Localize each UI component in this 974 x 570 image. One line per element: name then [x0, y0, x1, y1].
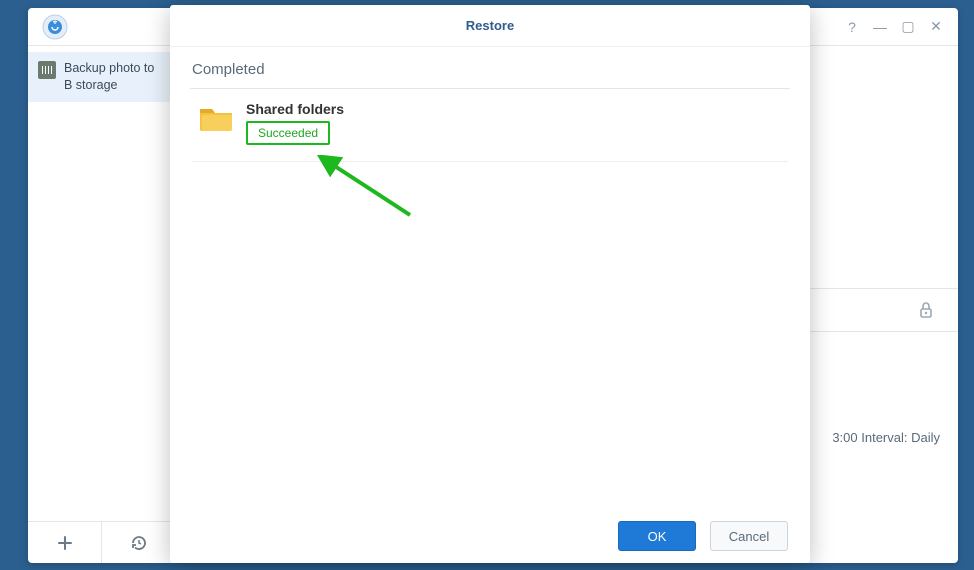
- close-icon[interactable]: ✕: [922, 13, 950, 41]
- schedule-text: 3:00 Interval: Daily: [832, 430, 940, 445]
- annotation-arrow-icon: [310, 155, 430, 235]
- add-button[interactable]: [28, 522, 102, 563]
- status-heading: Completed: [192, 61, 788, 78]
- restore-item: Shared folders Succeeded: [192, 99, 788, 155]
- sidebar-footer: [28, 521, 175, 563]
- divider: [192, 161, 788, 162]
- help-icon[interactable]: ?: [838, 13, 866, 41]
- restore-modal: Restore Completed Shared folders Succeed…: [170, 5, 810, 563]
- app-icon: [42, 14, 68, 40]
- cancel-button[interactable]: Cancel: [710, 521, 788, 551]
- sidebar: Backup photo to B storage: [28, 46, 176, 563]
- modal-body: Completed Shared folders Succeeded: [170, 47, 810, 509]
- ok-button[interactable]: OK: [618, 521, 696, 551]
- modal-footer: OK Cancel: [170, 509, 810, 563]
- modal-title: Restore: [170, 5, 810, 47]
- maximize-icon[interactable]: ▢: [894, 13, 922, 41]
- backup-task-label: Backup photo to B storage: [64, 60, 165, 94]
- status-badge: Succeeded: [246, 121, 330, 145]
- history-button[interactable]: [102, 522, 175, 563]
- history-icon: [130, 534, 148, 552]
- task-icon: [38, 61, 56, 79]
- restore-item-title: Shared folders: [246, 101, 782, 117]
- backup-task-item[interactable]: Backup photo to B storage: [28, 52, 175, 102]
- divider: [190, 88, 790, 89]
- folder-icon: [198, 103, 234, 133]
- lock-icon: [916, 300, 936, 320]
- minimize-icon[interactable]: —: [866, 13, 894, 41]
- plus-icon: [56, 534, 74, 552]
